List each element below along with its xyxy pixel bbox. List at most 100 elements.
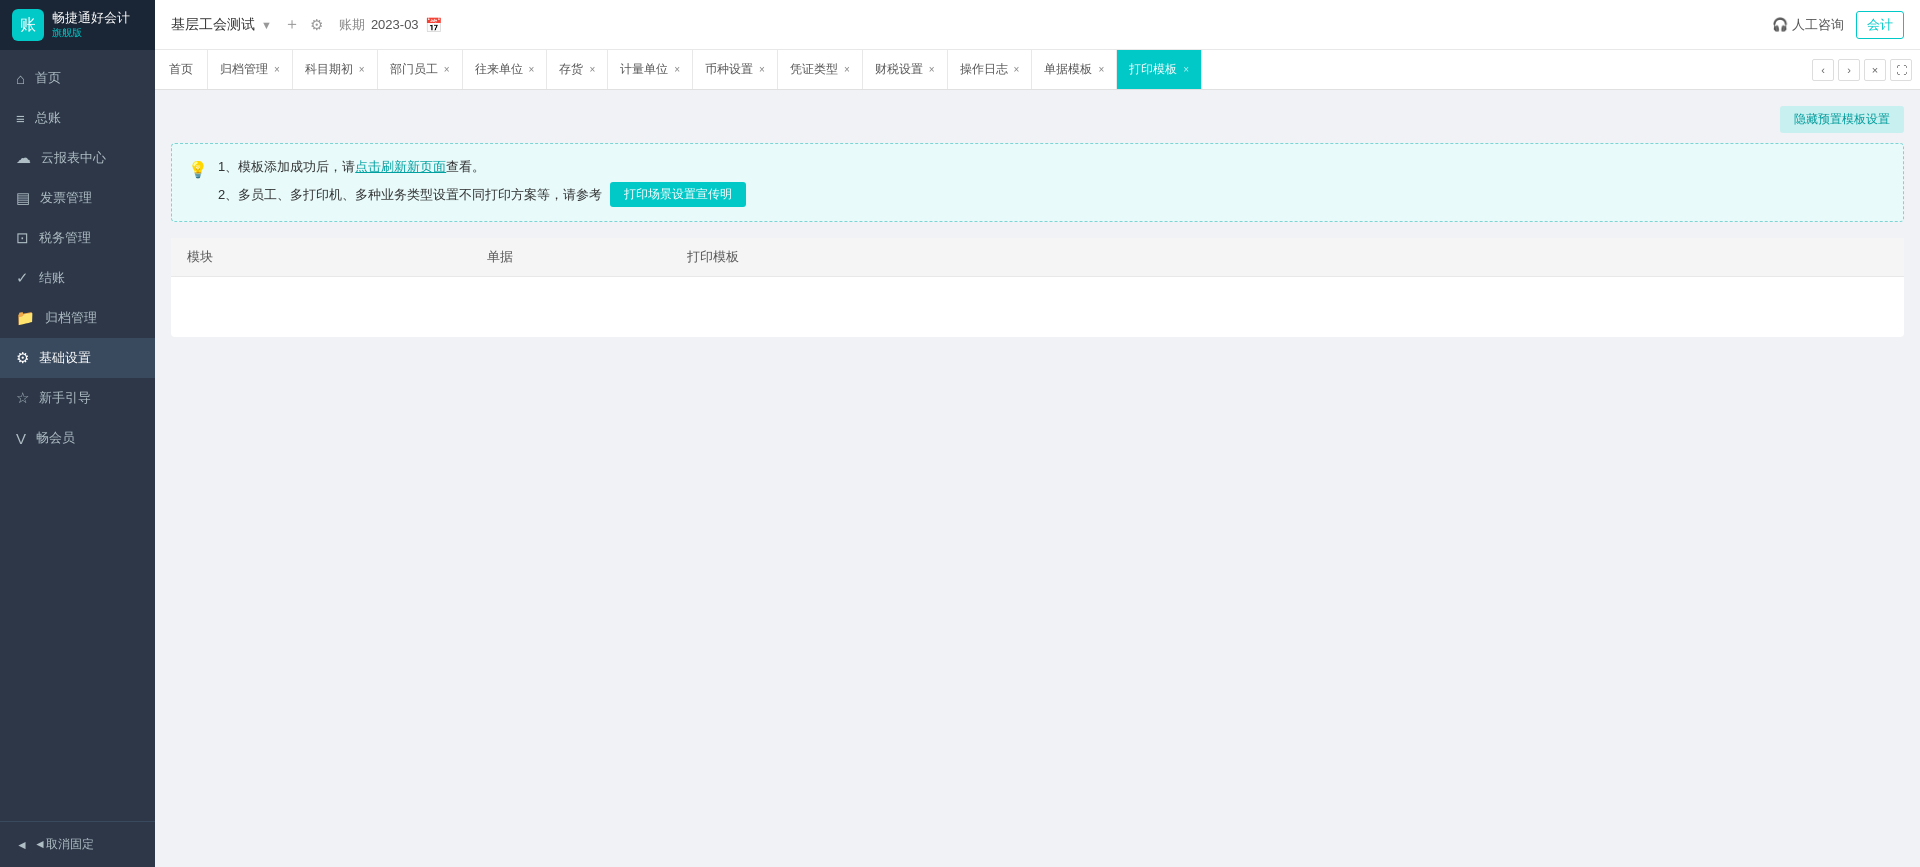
sidebar-item-ledger[interactable]: ≡ 总账	[0, 98, 155, 138]
tab-archive[interactable]: 归档管理 ×	[208, 50, 293, 89]
tab-taxset-label: 财税设置	[875, 61, 923, 78]
logo-name: 畅捷通好会计	[52, 10, 130, 27]
tab-printtemplate-label: 打印模板	[1129, 61, 1177, 78]
tab-voucher[interactable]: 凭证类型 ×	[778, 50, 863, 89]
sidebar-item-guide-label: 新手引导	[39, 389, 91, 407]
tab-singledoc-close-icon[interactable]: ×	[1098, 64, 1104, 75]
period-label: 账期	[339, 16, 365, 34]
hide-template-settings-button[interactable]: 隐藏预置模板设置	[1780, 106, 1904, 133]
settings-icon: ⚙	[16, 349, 29, 367]
tab-archive-close-icon[interactable]: ×	[274, 64, 280, 75]
sidebar-item-settings[interactable]: ⚙ 基础设置	[0, 338, 155, 378]
tax-icon: ⊡	[16, 229, 29, 247]
template-settings-bar: 隐藏预置模板设置	[171, 106, 1904, 133]
topbar-right: 🎧 人工咨询 会计	[1772, 11, 1904, 39]
settings-gear-icon[interactable]: ⚙	[310, 16, 323, 34]
sidebar-item-ledger-label: 总账	[35, 109, 61, 127]
tab-partner-close-icon[interactable]: ×	[529, 64, 535, 75]
sidebar: 账 畅捷通好会计 旗舰版 ⌂ 首页 ≡ 总账 ☁ 云报表中心 ▤ 发票管理 ⊡ …	[0, 0, 155, 867]
tab-prev-button[interactable]: ‹	[1812, 59, 1834, 81]
kuaiji-label: 会计	[1867, 17, 1893, 32]
tab-singledoc-label: 单据模板	[1044, 61, 1092, 78]
kuaiji-button[interactable]: 会计	[1856, 11, 1904, 39]
tab-partner[interactable]: 往来单位 ×	[463, 50, 548, 89]
period-value: 2023-03	[371, 17, 419, 32]
notice-line1-post: 查看。	[446, 159, 485, 174]
notice-line-1: 1、模板添加成功后，请点击刷新新页面查看。	[218, 158, 1887, 176]
tab-subject-close-icon[interactable]: ×	[359, 64, 365, 75]
calendar-icon[interactable]: 📅	[425, 17, 442, 33]
support-icon: 🎧	[1772, 17, 1788, 32]
tab-unit[interactable]: 计量单位 ×	[608, 50, 693, 89]
sidebar-item-invoice-label: 发票管理	[40, 189, 92, 207]
sidebar-item-archive-label: 归档管理	[45, 309, 97, 327]
tab-oplog[interactable]: 操作日志 ×	[948, 50, 1033, 89]
notice-refresh-link[interactable]: 点击刷新新页面	[355, 159, 446, 174]
print-template-table: 模块 单据 打印模板	[171, 238, 1904, 337]
sidebar-item-member-label: 畅会员	[36, 429, 75, 447]
sidebar-item-reports-label: 云报表中心	[41, 149, 106, 167]
sidebar-item-invoice[interactable]: ▤ 发票管理	[0, 178, 155, 218]
print-scene-button[interactable]: 打印场景设置宣传明	[610, 182, 746, 207]
tab-stock-close-icon[interactable]: ×	[589, 64, 595, 75]
reports-icon: ☁	[16, 149, 31, 167]
period-display: 账期 2023-03 📅	[339, 16, 442, 34]
col-doc: 单据	[471, 248, 671, 266]
sidebar-item-settle-label: 结账	[39, 269, 65, 287]
tab-unit-close-icon[interactable]: ×	[674, 64, 680, 75]
tab-department-close-icon[interactable]: ×	[444, 64, 450, 75]
sidebar-logo: 账 畅捷通好会计 旗舰版	[0, 0, 155, 50]
tabbar-nav: ‹ › × ⛶	[1804, 59, 1920, 81]
tab-stock[interactable]: 存货 ×	[547, 50, 608, 89]
sidebar-item-guide[interactable]: ☆ 新手引导	[0, 378, 155, 418]
support-button[interactable]: 🎧 人工咨询	[1772, 16, 1844, 34]
col-template: 打印模板	[671, 248, 1904, 266]
sidebar-item-settings-label: 基础设置	[39, 349, 91, 367]
company-name: 基层工会测试	[171, 16, 255, 34]
guide-icon: ☆	[16, 389, 29, 407]
sidebar-item-settle[interactable]: ✓ 结账	[0, 258, 155, 298]
tab-printtemplate-close-icon[interactable]: ×	[1183, 64, 1189, 75]
tab-printtemplate[interactable]: 打印模板 ×	[1117, 50, 1202, 89]
tab-expand-button[interactable]: ⛶	[1890, 59, 1912, 81]
tab-singledoc[interactable]: 单据模板 ×	[1032, 50, 1117, 89]
sidebar-item-reports[interactable]: ☁ 云报表中心	[0, 138, 155, 178]
sidebar-item-archive[interactable]: 📁 归档管理	[0, 298, 155, 338]
sidebar-unpin[interactable]: ◄ ◄取消固定	[0, 821, 155, 867]
tab-currency[interactable]: 币种设置 ×	[693, 50, 778, 89]
sidebar-nav: ⌂ 首页 ≡ 总账 ☁ 云报表中心 ▤ 发票管理 ⊡ 税务管理 ✓ 结账 📁 归…	[0, 50, 155, 821]
tab-oplog-close-icon[interactable]: ×	[1014, 64, 1020, 75]
col-module: 模块	[171, 248, 471, 266]
tabbar: 首页 归档管理 × 科目期初 × 部门员工 × 往来单位 × 存货 × 计量单位…	[155, 50, 1920, 90]
tab-next-button[interactable]: ›	[1838, 59, 1860, 81]
member-icon: V	[16, 430, 26, 447]
logo-sub: 旗舰版	[52, 26, 130, 40]
support-label: 人工咨询	[1792, 16, 1844, 34]
topbar: 基层工会测试 ▼ ＋ ⚙ 账期 2023-03 📅 🎧 人工咨询 会计	[155, 0, 1920, 50]
notice-line2-pre: 2、多员工、多打印机、多种业务类型设置不同打印方案等，请参考	[218, 186, 602, 204]
unpin-icon: ◄	[16, 838, 28, 852]
tab-subject[interactable]: 科目期初 ×	[293, 50, 378, 89]
company-arrow-icon: ▼	[261, 19, 272, 31]
company-selector[interactable]: 基层工会测试 ▼	[171, 16, 272, 34]
tab-unit-label: 计量单位	[620, 61, 668, 78]
table-body	[171, 277, 1904, 337]
tab-home-label: 首页	[169, 61, 193, 78]
tab-oplog-label: 操作日志	[960, 61, 1008, 78]
sidebar-item-home-label: 首页	[35, 69, 61, 87]
tab-home[interactable]: 首页	[155, 50, 208, 89]
notice-line1-pre: 1、模板添加成功后，请	[218, 159, 355, 174]
add-tab-button[interactable]: ＋	[284, 14, 300, 35]
tab-department-label: 部门员工	[390, 61, 438, 78]
tab-department[interactable]: 部门员工 ×	[378, 50, 463, 89]
sidebar-item-tax[interactable]: ⊡ 税务管理	[0, 218, 155, 258]
tab-close-all-button[interactable]: ×	[1864, 59, 1886, 81]
tab-currency-close-icon[interactable]: ×	[759, 64, 765, 75]
tab-voucher-close-icon[interactable]: ×	[844, 64, 850, 75]
sidebar-item-home[interactable]: ⌂ 首页	[0, 58, 155, 98]
tab-stock-label: 存货	[559, 61, 583, 78]
tab-taxset[interactable]: 财税设置 ×	[863, 50, 948, 89]
tab-taxset-close-icon[interactable]: ×	[929, 64, 935, 75]
home-icon: ⌂	[16, 70, 25, 87]
sidebar-item-member[interactable]: V 畅会员	[0, 418, 155, 458]
